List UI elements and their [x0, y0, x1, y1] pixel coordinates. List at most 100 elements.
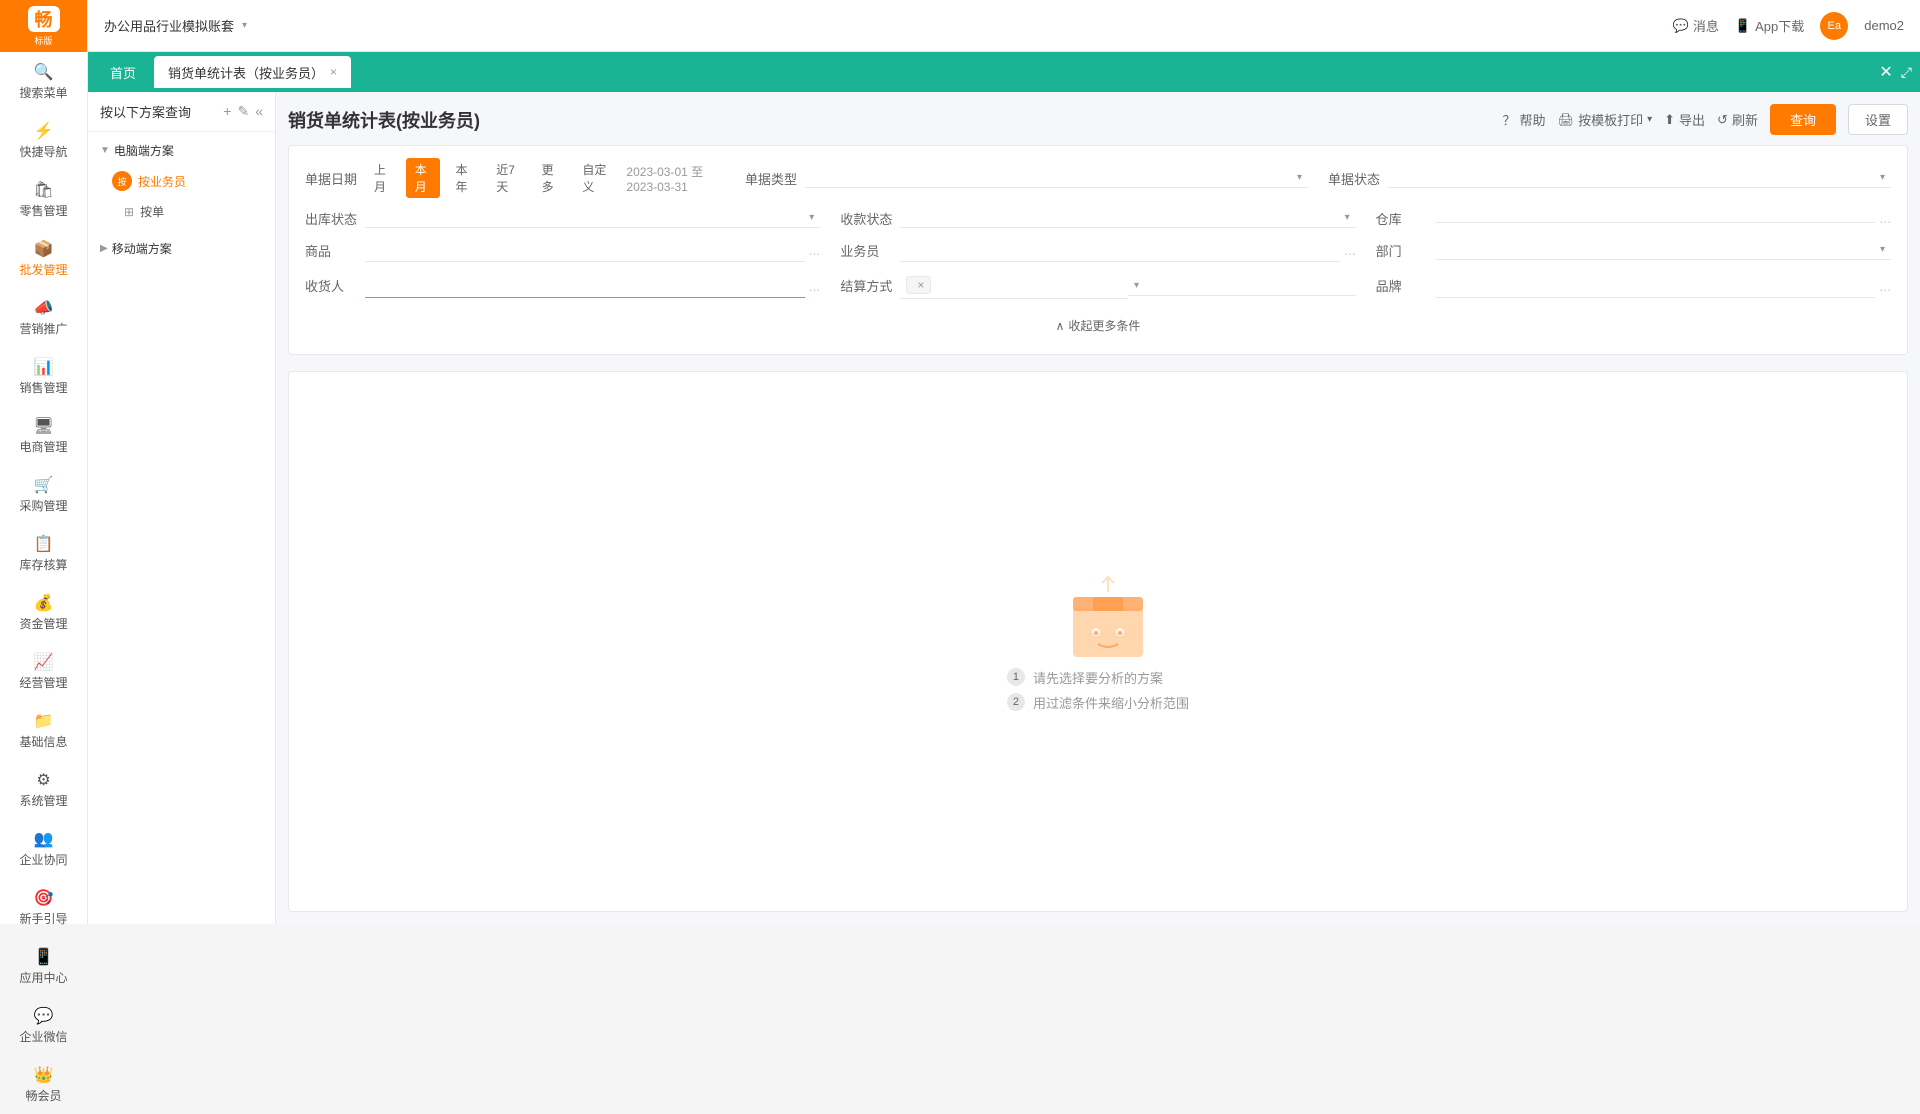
warehouse-more-icon[interactable]: ...	[1879, 210, 1891, 226]
sidebar-item-operation[interactable]: 📈 经营管理	[0, 642, 87, 701]
workspace-selector[interactable]: 办公用品行业模拟账套 ▾	[104, 16, 247, 35]
refresh-button[interactable]: ↺ 刷新	[1717, 110, 1758, 129]
date-btn-this-month[interactable]: 本月	[406, 158, 441, 198]
app-download-button[interactable]: 📱 App下载	[1735, 16, 1804, 35]
settlement-select[interactable]: ▾	[1128, 276, 1356, 296]
add-scheme-button[interactable]: +	[223, 103, 231, 120]
settlement-tag-close[interactable]: ×	[917, 278, 924, 292]
tab-sales-stat[interactable]: 销货单统计表（按业务员） ×	[154, 56, 351, 88]
expand-arrow-icon: ▼	[100, 145, 110, 156]
sidebar-item-retail[interactable]: 🛍 零售管理	[0, 170, 87, 229]
purchase-icon: 🛒	[34, 475, 54, 495]
scheme-group-pc-title[interactable]: ▼ 电脑端方案	[88, 136, 275, 165]
out-status-arrow: ▾	[809, 212, 814, 223]
bill-status-select[interactable]: ▾	[1388, 168, 1891, 188]
collection-status-arrow: ▾	[1345, 212, 1350, 223]
print-icon: 🖨	[1558, 112, 1575, 128]
collapse-button[interactable]: ∧ 收起更多条件	[1056, 317, 1141, 334]
bill-type-select[interactable]: ▾	[805, 168, 1308, 188]
main-area: 办公用品行业模拟账套 ▾ 💬 消息 📱 App下载 Ea demo2 首页 销货…	[88, 0, 1920, 924]
empty-illustration	[1058, 572, 1138, 652]
operation-icon: 📈	[34, 652, 54, 672]
bill-status-label: 单据状态	[1328, 169, 1388, 188]
salesperson-more-icon[interactable]: ...	[1344, 242, 1356, 258]
refresh-icon: ↺	[1717, 112, 1728, 128]
scheme-group-pc-label: 电脑端方案	[114, 142, 174, 159]
sidebar-label-finance: 资金管理	[19, 615, 67, 632]
scheme-group-mobile: ▶ 移动端方案	[88, 230, 275, 267]
settings-button[interactable]: 设置	[1848, 104, 1908, 135]
message-button[interactable]: 💬 消息	[1673, 16, 1719, 35]
sidebar-item-ecommerce[interactable]: 🖥 电商管理	[0, 406, 87, 465]
date-range-display: 2023-03-01 至 2023-03-31	[626, 163, 725, 194]
template-print-label: 按模板打印	[1578, 110, 1643, 129]
marketing-icon: 📣	[34, 298, 54, 318]
logo-area: 畅 标版	[0, 0, 87, 52]
date-btn-7days[interactable]: 近7天	[487, 158, 526, 198]
department-select[interactable]: ▾	[1436, 240, 1891, 260]
sidebar-item-search[interactable]: 🔍 搜索菜单	[0, 52, 87, 111]
panel-header-label: 按以下方案查询	[100, 102, 191, 121]
sidebar: 畅 标版 🔍 搜索菜单 ⚡ 快捷导航 🛍 零售管理 📦 批发管理 📣 营销推广 …	[0, 0, 88, 924]
template-print-button[interactable]: 🖨 按模板打印 ▾	[1558, 110, 1653, 129]
print-dropdown-arrow: ▾	[1647, 114, 1652, 125]
tab-home[interactable]: 首页	[96, 56, 150, 88]
query-button[interactable]: 查询	[1770, 104, 1836, 135]
sidebar-item-appstore[interactable]: 📱 应用中心	[0, 937, 87, 996]
date-btn-more[interactable]: 更多	[533, 158, 568, 198]
page-title-bar: 销货单统计表(按业务员) ？ 帮助 🖨 按模板打印 ▾ ⬆ 导出	[288, 104, 1908, 135]
scheme-item-bill-label: 按单	[140, 203, 164, 220]
brand-more-icon[interactable]: ...	[1879, 278, 1891, 294]
collapse-bar: ∧ 收起更多条件	[305, 309, 1891, 342]
scheme-item-bill[interactable]: ⊞ 按单	[88, 197, 275, 226]
export-button[interactable]: ⬆ 导出	[1664, 110, 1705, 129]
sidebar-item-member[interactable]: 👑 畅会员	[0, 1055, 87, 1114]
inventory-icon: 📋	[34, 534, 54, 554]
date-btn-this-year[interactable]: 本年	[446, 158, 481, 198]
goods-more-icon[interactable]: ...	[809, 242, 821, 258]
salesperson-input[interactable]	[900, 238, 1340, 262]
scheme-group-mobile-title[interactable]: ▶ 移动端方案	[88, 234, 275, 263]
tab-close-icon[interactable]: ×	[330, 65, 337, 79]
sidebar-label-wechat: 企业微信	[19, 1028, 67, 1045]
tab-maximize-button[interactable]: ⤢	[1901, 64, 1912, 81]
filter-field-brand: 品牌 ...	[1376, 274, 1891, 298]
sidebar-item-system[interactable]: ⚙ 系统管理	[0, 760, 87, 819]
sidebar-item-wholesale[interactable]: 📦 批发管理	[0, 229, 87, 288]
warehouse-select[interactable]	[1436, 214, 1876, 223]
sidebar-item-basic[interactable]: 📁 基础信息	[0, 701, 87, 760]
sidebar-item-finance[interactable]: 💰 资金管理	[0, 583, 87, 642]
tab-bar: 首页 销货单统计表（按业务员） × ✕ ⤢	[88, 52, 1920, 92]
sidebar-label-retail: 零售管理	[19, 202, 67, 219]
export-label: 导出	[1679, 110, 1705, 129]
sidebar-item-quick[interactable]: ⚡ 快捷导航	[0, 111, 87, 170]
sidebar-label-wholesale: 批发管理	[19, 261, 67, 278]
date-btn-last-month[interactable]: 上月	[365, 158, 400, 198]
consignee-more-icon[interactable]: ...	[809, 278, 821, 294]
sidebar-item-guide[interactable]: 🎯 新手引导	[0, 878, 87, 937]
goods-input[interactable]	[365, 238, 805, 262]
scheme-item-salesperson[interactable]: 按 按业务员	[88, 165, 275, 197]
sidebar-item-marketing[interactable]: 📣 营销推广	[0, 288, 87, 347]
user-avatar[interactable]: Ea	[1820, 12, 1848, 40]
sidebar-item-corp[interactable]: 👥 企业协同	[0, 819, 87, 878]
tab-sales-stat-label: 销货单统计表（按业务员）	[168, 63, 324, 82]
settlement-tag: ×	[906, 276, 931, 294]
sidebar-item-inventory[interactable]: 📋 库存核算	[0, 524, 87, 583]
sidebar-label-appstore: 应用中心	[19, 969, 67, 986]
filter-field-date: 单据日期 上月 本月 本年 近7天 更多 自定义 2023-03-01 至 20…	[305, 158, 725, 198]
date-btn-custom[interactable]: 自定义	[573, 158, 616, 198]
sidebar-item-purchase[interactable]: 🛒 采购管理	[0, 465, 87, 524]
filter-field-collection-status: 收款状态 ▾	[840, 208, 1355, 228]
out-status-select[interactable]: ▾	[365, 208, 820, 228]
bill-type-arrow: ▾	[1297, 172, 1302, 183]
sidebar-item-wechat[interactable]: 💬 企业微信	[0, 996, 87, 1055]
consignee-input[interactable]	[365, 274, 805, 298]
collapse-panel-button[interactable]: «	[255, 103, 263, 120]
help-button[interactable]: ？ 帮助	[1503, 110, 1546, 129]
brand-input[interactable]	[1436, 274, 1876, 298]
edit-scheme-button[interactable]: ✎	[237, 103, 249, 120]
tab-expand-button[interactable]: ✕	[1879, 62, 1892, 82]
collection-status-select[interactable]: ▾	[900, 208, 1355, 228]
sidebar-item-sales[interactable]: 📊 销售管理	[0, 347, 87, 406]
